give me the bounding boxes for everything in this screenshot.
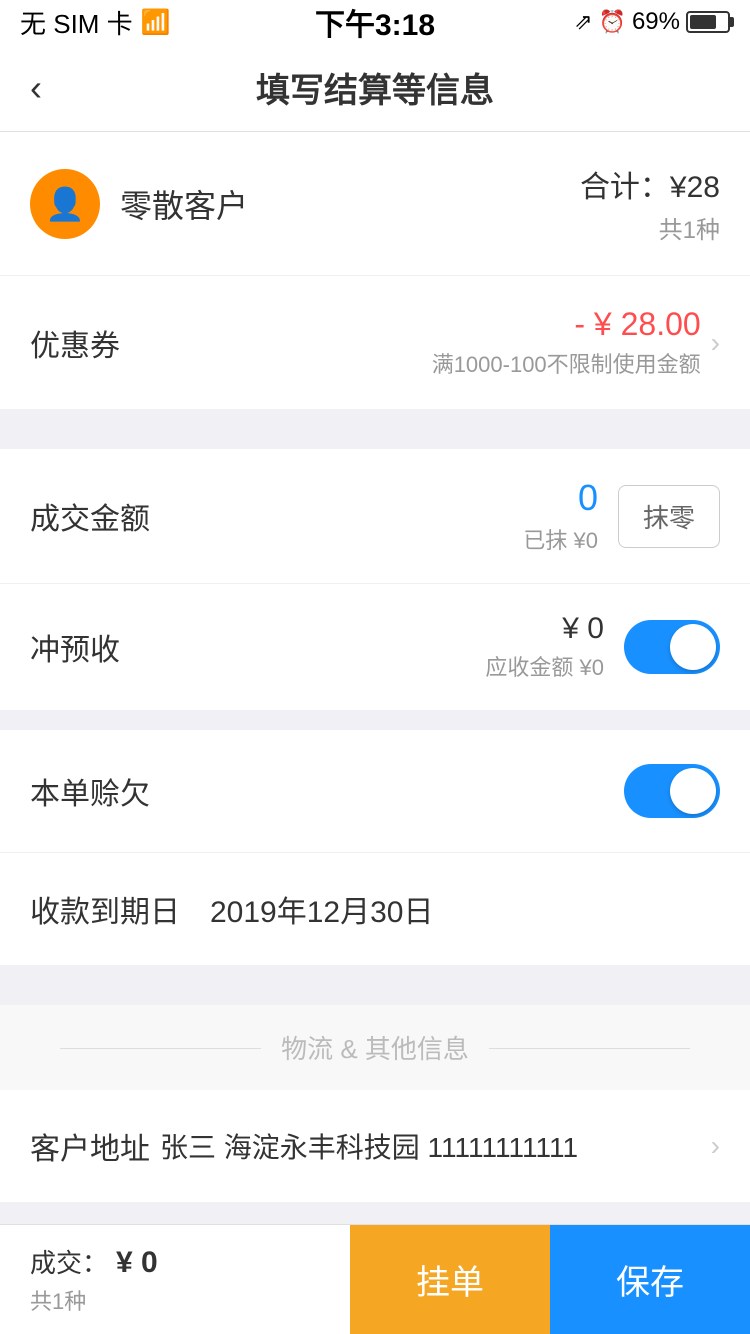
- coupon-chevron-icon: ›: [711, 327, 720, 359]
- bottom-trade-value: ¥ 0: [116, 1246, 158, 1280]
- logistics-header: 物流 & 其他信息: [0, 1005, 750, 1090]
- debt-label: 本单赊欠: [30, 769, 150, 813]
- section-divider-1: [0, 429, 750, 449]
- bottom-count-label: 共1种: [30, 1284, 320, 1316]
- transaction-value: 0: [523, 477, 598, 519]
- debt-toggle-knob: [670, 768, 716, 814]
- section-divider-3: [0, 985, 750, 1005]
- coupon-value-container: - ¥ 28.00 满1000-100不限制使用金额: [432, 306, 701, 379]
- customer-name: 零散客户: [120, 181, 248, 227]
- logistics-label: 物流 & 其他信息: [261, 1029, 489, 1066]
- transaction-right: 0 已抹 ¥0 抹零: [523, 477, 720, 555]
- due-date-label: 收款到期日: [30, 887, 180, 931]
- total-count-label: 共1种: [580, 210, 720, 245]
- address-value: 张三 海淀永丰科技园 11111111111: [160, 1126, 701, 1166]
- due-date-row: 收款到期日 2019年12月30日: [0, 853, 750, 965]
- save-button[interactable]: 保存: [550, 1225, 750, 1334]
- location-icon: ⇗: [574, 9, 592, 35]
- back-button[interactable]: ‹: [30, 67, 42, 109]
- hold-button[interactable]: 挂单: [350, 1225, 550, 1334]
- status-bar: 无 SIM 卡 📶 下午3:18 ⇗ ⏰ 69%: [0, 0, 750, 44]
- coupon-row[interactable]: 优惠券 - ¥ 28.00 满1000-100不限制使用金额 ›: [0, 275, 750, 409]
- battery-percent: 69%: [632, 8, 680, 36]
- nav-bar: ‹ 填写结算等信息: [0, 44, 750, 132]
- bottom-bar: 成交： ¥ 0 共1种 挂单 保存: [0, 1224, 750, 1334]
- prepayment-sub: 应收金额 ¥0: [485, 650, 604, 682]
- prepayment-toggle[interactable]: [624, 620, 720, 674]
- bottom-trade-row: 成交： ¥ 0: [30, 1243, 320, 1280]
- debt-toggle[interactable]: [624, 764, 720, 818]
- battery-icon: [686, 11, 730, 33]
- status-time: 下午3:18: [315, 0, 435, 44]
- content-area: 👤 零散客户 合计：¥28 共1种 优惠券 - ¥ 28.00 满1000-10…: [0, 132, 750, 1322]
- prepayment-value-wrap: ¥ 0 应收金额 ¥0: [485, 612, 604, 682]
- coupon-label: 优惠券: [30, 321, 120, 365]
- customer-card: 👤 零散客户 合计：¥28 共1种 优惠券 - ¥ 28.00 满1000-10…: [0, 132, 750, 409]
- alarm-icon: ⏰: [599, 9, 626, 35]
- avatar: 👤: [30, 169, 100, 239]
- customer-left: 👤 零散客户: [30, 169, 248, 239]
- customer-row: 👤 零散客户 合计：¥28 共1种: [0, 132, 750, 275]
- sim-label: 无 SIM 卡: [20, 4, 133, 41]
- toggle-knob: [670, 624, 716, 670]
- address-chevron-icon: ›: [711, 1130, 720, 1162]
- status-right: ⇗ ⏰ 69%: [574, 8, 730, 36]
- address-row[interactable]: 客户地址 张三 海淀永丰科技园 11111111111 ›: [0, 1090, 750, 1202]
- total-amount-label: 合计：¥28: [580, 162, 720, 206]
- transaction-sub: 已抹 ¥0: [523, 523, 598, 555]
- round-button[interactable]: 抹零: [618, 485, 720, 548]
- debt-section: 本单赊欠 收款到期日 2019年12月30日: [0, 730, 750, 965]
- bottom-info: 成交： ¥ 0 共1种: [0, 1225, 350, 1334]
- transaction-value-wrap: 0 已抹 ¥0: [523, 477, 598, 555]
- section-divider-2: [0, 710, 750, 730]
- due-date-value: 2019年12月30日: [210, 887, 433, 931]
- page-title: 填写结算等信息: [256, 63, 494, 112]
- avatar-icon: 👤: [45, 185, 85, 223]
- prepayment-right: ¥ 0 应收金额 ¥0: [485, 612, 720, 682]
- debt-row: 本单赊欠: [0, 730, 750, 853]
- address-label: 客户地址: [30, 1124, 160, 1168]
- coupon-right: - ¥ 28.00 满1000-100不限制使用金额 ›: [432, 306, 720, 379]
- prepayment-value: ¥ 0: [485, 612, 604, 646]
- transaction-section: 成交金额 0 已抹 ¥0 抹零 冲预收 ¥ 0 应收金额 ¥0: [0, 449, 750, 710]
- prepayment-label: 冲预收: [30, 625, 120, 669]
- customer-total: 合计：¥28 共1种: [580, 162, 720, 245]
- wifi-icon: 📶: [141, 8, 171, 37]
- transaction-row: 成交金额 0 已抹 ¥0 抹零: [0, 449, 750, 584]
- transaction-label: 成交金额: [30, 494, 150, 538]
- bottom-trade-label: 成交：: [30, 1243, 108, 1280]
- prepayment-row: 冲预收 ¥ 0 应收金额 ¥0: [0, 584, 750, 710]
- coupon-desc: 满1000-100不限制使用金额: [432, 347, 701, 379]
- status-left: 无 SIM 卡 📶: [20, 4, 171, 41]
- coupon-amount: - ¥ 28.00: [432, 306, 701, 343]
